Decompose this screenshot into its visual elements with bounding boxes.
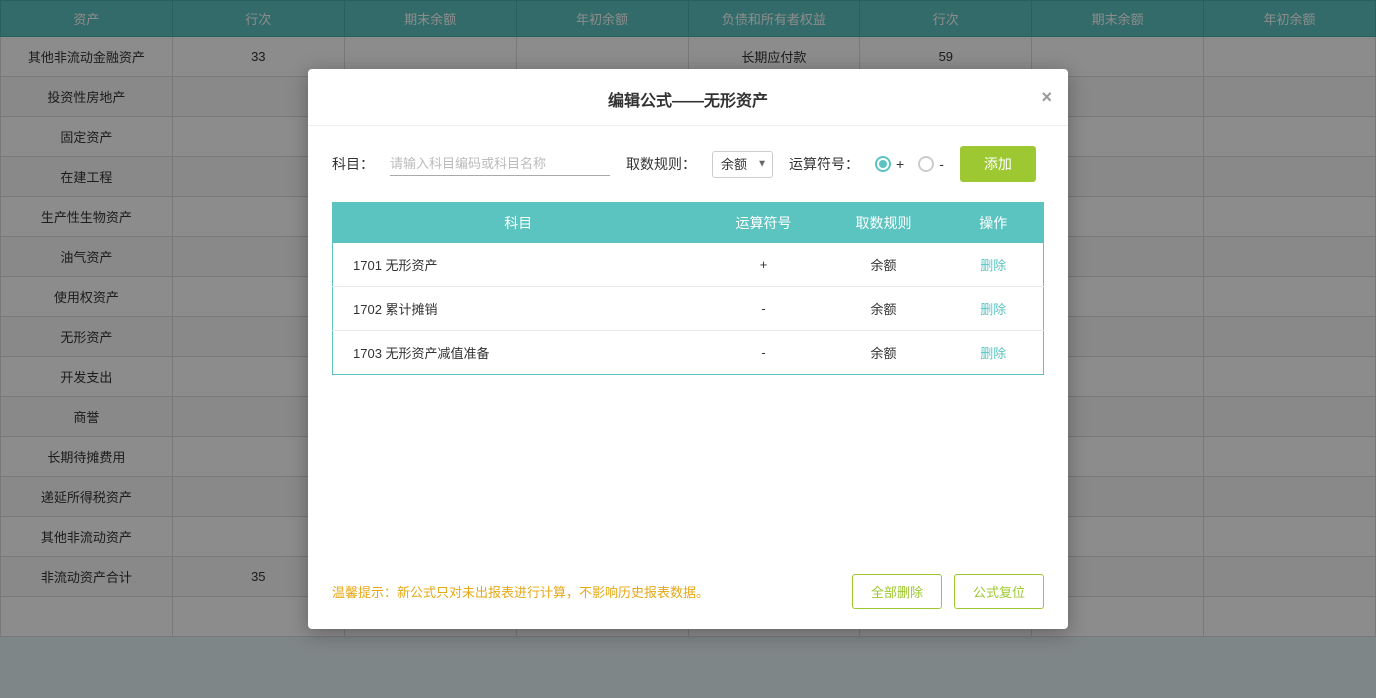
- modal-close-button[interactable]: ×: [1041, 88, 1052, 106]
- radio-plus-circle: [875, 156, 891, 172]
- cell-rule: 余额: [824, 243, 944, 287]
- modal-header: 编辑公式——无形资产 ×: [308, 69, 1068, 126]
- cell-action: 删除: [944, 331, 1044, 375]
- modal-title: 编辑公式——无形资产: [608, 93, 768, 110]
- cell-action: 删除: [944, 243, 1044, 287]
- modal-footer: 温馨提示：新公式只对未出报表进行计算，不影响历史报表数据。 全部删除 公式复位: [308, 558, 1068, 629]
- cell-subject: 1703 无形资产减值准备: [333, 331, 704, 375]
- delete-all-button[interactable]: 全部删除: [852, 574, 942, 609]
- radio-minus-circle: [918, 156, 934, 172]
- subject-input[interactable]: [390, 152, 610, 176]
- footer-hint: 温馨提示：新公式只对未出报表进行计算，不影响历史报表数据。: [332, 582, 709, 601]
- modal-dialog: 编辑公式——无形资产 × 科目： 取数规则： 余额 ▼ 运算符号：: [308, 69, 1068, 629]
- delete-row-button[interactable]: 删除: [980, 346, 1006, 361]
- reset-formula-button[interactable]: 公式复位: [954, 574, 1044, 609]
- cell-action: 删除: [944, 287, 1044, 331]
- table-header-operator: 运算符号: [704, 203, 824, 244]
- operator-radio-group: + -: [875, 156, 944, 172]
- footer-buttons: 全部删除 公式复位: [852, 574, 1044, 609]
- formula-table: 科目 运算符号 取数规则 操作 1701 无形资产+余额删除1702 累计摊销-…: [332, 202, 1044, 375]
- table-row: 1702 累计摊销-余额 删除: [333, 287, 1044, 331]
- table-header-subject: 科目: [333, 203, 704, 244]
- cell-subject: 1702 累计摊销: [333, 287, 704, 331]
- cell-operator: -: [704, 287, 824, 331]
- operator-plus-radio[interactable]: +: [875, 156, 904, 172]
- operator-minus-radio[interactable]: -: [918, 156, 944, 172]
- rule-label: 取数规则：: [626, 154, 696, 174]
- subject-label: 科目：: [332, 154, 374, 174]
- table-header-rule: 取数规则: [824, 203, 944, 244]
- cell-subject: 1701 无形资产: [333, 243, 704, 287]
- cell-operator: -: [704, 331, 824, 375]
- table-row: 1701 无形资产+余额 删除: [333, 243, 1044, 287]
- delete-row-button[interactable]: 删除: [980, 258, 1006, 273]
- delete-row-button[interactable]: 删除: [980, 302, 1006, 317]
- cell-rule: 余额: [824, 287, 944, 331]
- cell-rule: 余额: [824, 331, 944, 375]
- add-button[interactable]: 添加: [960, 146, 1036, 182]
- table-header-action: 操作: [944, 203, 1044, 244]
- form-row: 科目： 取数规则： 余额 ▼ 运算符号： +: [332, 146, 1044, 182]
- rule-select[interactable]: 余额: [712, 151, 773, 178]
- operator-plus-label: +: [896, 156, 904, 172]
- modal-body: 科目： 取数规则： 余额 ▼ 运算符号： +: [308, 126, 1068, 558]
- rule-select-wrap[interactable]: 余额 ▼: [712, 151, 773, 178]
- table-row: 1703 无形资产减值准备-余额 删除: [333, 331, 1044, 375]
- operator-label: 运算符号：: [789, 154, 859, 174]
- modal-overlay: 编辑公式——无形资产 × 科目： 取数规则： 余额 ▼ 运算符号：: [0, 0, 1376, 698]
- cell-operator: +: [704, 243, 824, 287]
- operator-minus-label: -: [939, 156, 944, 172]
